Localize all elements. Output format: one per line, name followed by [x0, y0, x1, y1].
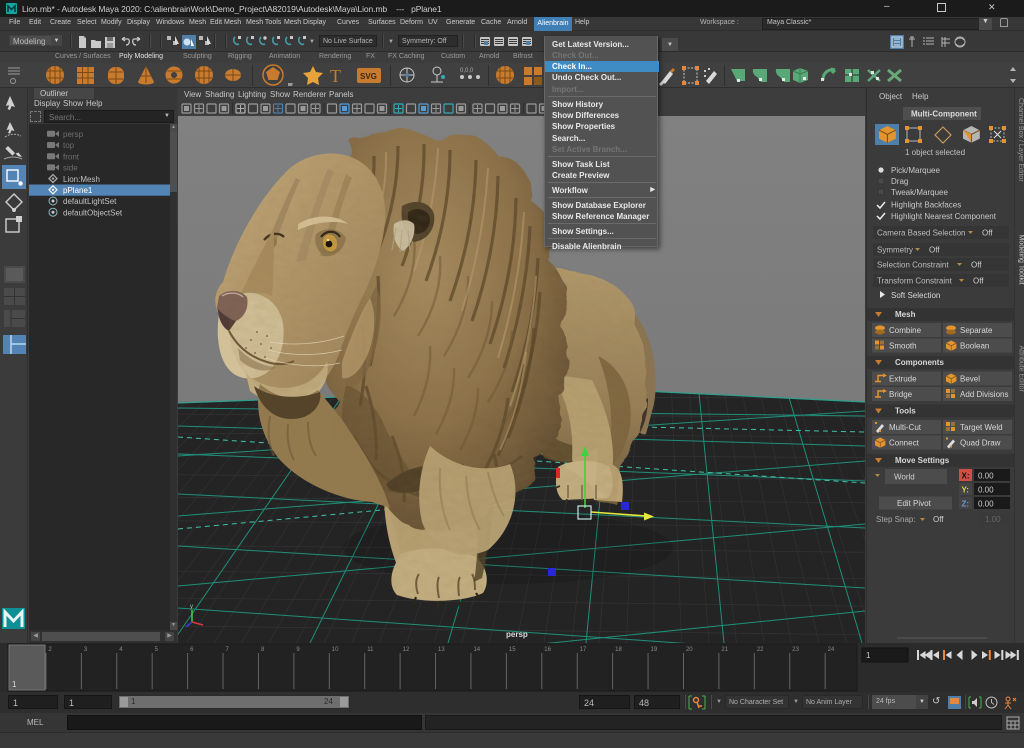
- svg-text:pPlane1: pPlane1: [63, 186, 93, 195]
- svg-text:Add Divisions: Add Divisions: [960, 390, 1008, 399]
- svg-text:Step Snap:: Step Snap:: [876, 515, 916, 524]
- svg-text:Transform Constraint: Transform Constraint: [877, 277, 953, 286]
- svg-text:19: 19: [651, 647, 658, 653]
- svg-text:0,0,0: 0,0,0: [460, 68, 474, 74]
- svg-text:Drag: Drag: [891, 177, 908, 186]
- svg-text:defaultObjectSet: defaultObjectSet: [63, 208, 123, 217]
- svg-text:y: y: [190, 604, 193, 610]
- svg-text:T: T: [330, 66, 341, 86]
- svg-text:0.00: 0.00: [978, 472, 994, 481]
- svg-text:Smooth: Smooth: [889, 342, 917, 351]
- svg-text:Highlight Backfaces: Highlight Backfaces: [891, 201, 961, 210]
- svg-text:Boolean: Boolean: [960, 342, 989, 351]
- svg-text:Symmetry: Symmetry: [877, 246, 913, 255]
- svg-text:persp: persp: [63, 130, 84, 139]
- svg-text:Pick/Marquee: Pick/Marquee: [891, 166, 940, 175]
- svg-text:Off: Off: [929, 246, 940, 255]
- svg-text:21: 21: [721, 647, 728, 653]
- svg-text:22: 22: [757, 647, 764, 653]
- svg-text:1 object selected: 1 object selected: [905, 148, 965, 157]
- svg-text:Off: Off: [973, 277, 984, 286]
- svg-text:Lion:Mesh: Lion:Mesh: [63, 175, 100, 184]
- svg-text:11: 11: [367, 647, 374, 653]
- svg-text:Off: Off: [933, 515, 944, 524]
- svg-text:1: 1: [12, 680, 17, 689]
- svg-text:Highlight Nearest Component: Highlight Nearest Component: [891, 212, 997, 221]
- svg-text:Combine: Combine: [889, 326, 922, 335]
- svg-text:Z:: Z:: [962, 500, 970, 509]
- svg-text:14: 14: [473, 647, 480, 653]
- svg-text:defaultLightSet: defaultLightSet: [63, 197, 117, 206]
- svg-text:18: 18: [615, 647, 622, 653]
- svg-text:World: World: [894, 473, 915, 482]
- svg-text:Tweak/Marquee: Tweak/Marquee: [891, 188, 948, 197]
- svg-text:16: 16: [544, 647, 551, 653]
- svg-text:front: front: [63, 152, 80, 161]
- svg-text:persp: persp: [506, 630, 528, 639]
- svg-text:Move Settings: Move Settings: [895, 456, 950, 465]
- svg-text:SVG: SVG: [360, 72, 377, 81]
- svg-text:13: 13: [438, 647, 445, 653]
- svg-text:1.00: 1.00: [985, 515, 1001, 524]
- svg-text:Selection Constraint: Selection Constraint: [877, 261, 949, 270]
- svg-text:Multi-Component: Multi-Component: [911, 110, 977, 119]
- svg-text:12: 12: [403, 647, 410, 653]
- svg-text:24: 24: [828, 647, 835, 653]
- svg-text:Help: Help: [912, 92, 929, 101]
- svg-text:Tools: Tools: [895, 407, 916, 416]
- svg-text:17: 17: [580, 647, 587, 653]
- svg-text:Separate: Separate: [960, 326, 993, 335]
- svg-text:X:: X:: [962, 472, 970, 481]
- svg-text:Object: Object: [879, 92, 903, 101]
- svg-text:23: 23: [792, 647, 799, 653]
- svg-text:Target Weld: Target Weld: [960, 423, 1003, 432]
- svg-text:Bridge: Bridge: [889, 390, 913, 399]
- svg-text:0.00: 0.00: [978, 500, 994, 509]
- svg-text:15: 15: [509, 647, 516, 653]
- svg-text:side: side: [63, 164, 78, 173]
- svg-text:Mesh: Mesh: [895, 310, 916, 319]
- svg-text:Y:: Y:: [962, 486, 969, 495]
- svg-text:Connect: Connect: [889, 439, 920, 448]
- svg-text:10: 10: [332, 647, 339, 653]
- svg-text:Components: Components: [895, 358, 944, 367]
- svg-text:0.00: 0.00: [978, 486, 994, 495]
- svg-text:Soft Selection: Soft Selection: [891, 291, 940, 300]
- svg-text:Edit Pivot: Edit Pivot: [897, 499, 932, 508]
- svg-text:1: 1: [866, 651, 871, 660]
- svg-text:Off: Off: [982, 229, 993, 238]
- svg-text:Camera Based Selection: Camera Based Selection: [877, 229, 966, 238]
- svg-text:Bevel: Bevel: [960, 375, 980, 384]
- svg-text:Off: Off: [971, 261, 982, 270]
- svg-text:Extrude: Extrude: [889, 375, 917, 384]
- svg-text:20: 20: [686, 647, 693, 653]
- svg-text:top: top: [63, 141, 75, 150]
- svg-text:Multi-Cut: Multi-Cut: [889, 423, 922, 432]
- svg-text:Quad Draw: Quad Draw: [960, 439, 1001, 448]
